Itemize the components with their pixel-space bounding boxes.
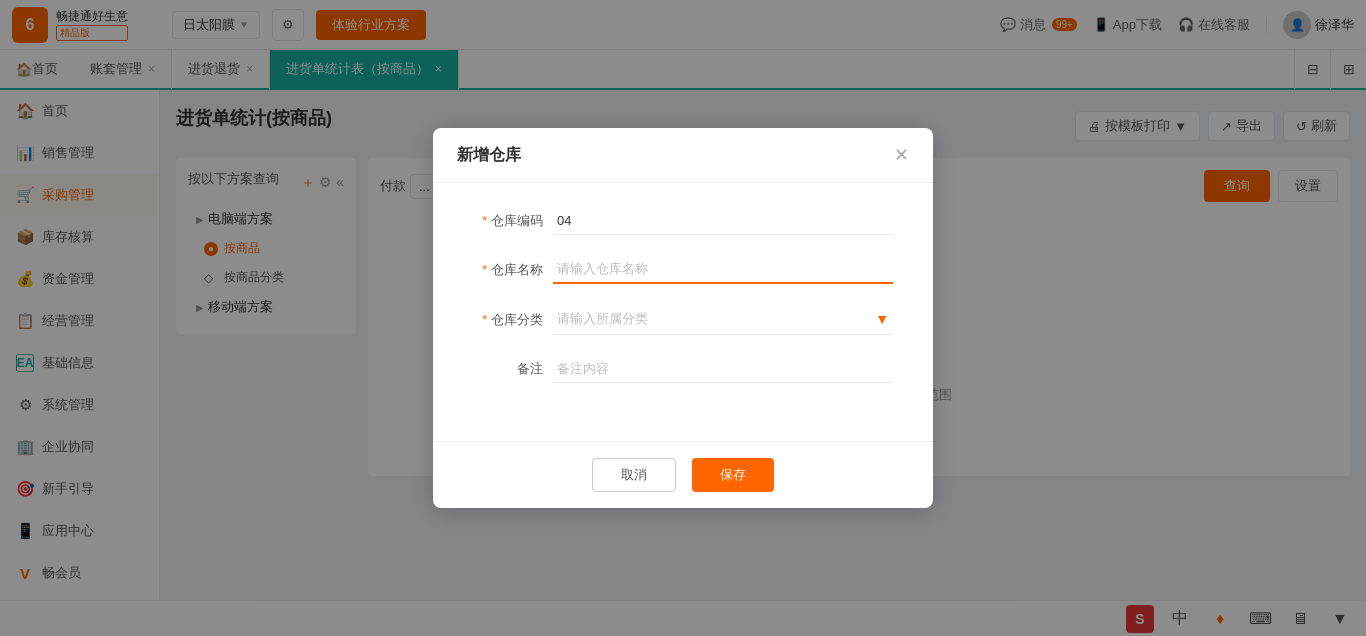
warehouse-code-row: 仓库编码 bbox=[473, 207, 893, 235]
warehouse-code-input[interactable] bbox=[553, 207, 893, 235]
modal-footer: 取消 保存 bbox=[433, 441, 933, 508]
warehouse-category-label: 仓库分类 bbox=[473, 311, 553, 329]
modal-close-button[interactable]: ✕ bbox=[894, 144, 909, 166]
modal-title: 新增仓库 bbox=[457, 145, 521, 166]
warehouse-name-input[interactable] bbox=[553, 255, 893, 284]
warehouse-remark-row: 备注 bbox=[473, 355, 893, 383]
warehouse-remark-input[interactable] bbox=[553, 355, 893, 383]
save-button[interactable]: 保存 bbox=[692, 458, 774, 492]
cancel-button[interactable]: 取消 bbox=[592, 458, 676, 492]
add-warehouse-modal: 新增仓库 ✕ 仓库编码 仓库名称 仓库分类 请输入所属分类 ▼ bbox=[433, 128, 933, 508]
modal-body: 仓库编码 仓库名称 仓库分类 请输入所属分类 ▼ 备注 bbox=[433, 183, 933, 441]
category-dropdown-arrow: ▼ bbox=[875, 311, 889, 327]
warehouse-name-label: 仓库名称 bbox=[473, 261, 553, 279]
modal-overlay: 新增仓库 ✕ 仓库编码 仓库名称 仓库分类 请输入所属分类 ▼ bbox=[0, 0, 1366, 636]
warehouse-category-select[interactable]: 请输入所属分类 ▼ bbox=[553, 304, 893, 335]
warehouse-category-placeholder: 请输入所属分类 bbox=[557, 310, 648, 328]
modal-header: 新增仓库 ✕ bbox=[433, 128, 933, 183]
warehouse-remark-label: 备注 bbox=[473, 360, 553, 378]
warehouse-name-row: 仓库名称 bbox=[473, 255, 893, 284]
warehouse-code-label: 仓库编码 bbox=[473, 212, 553, 230]
warehouse-category-row: 仓库分类 请输入所属分类 ▼ bbox=[473, 304, 893, 335]
